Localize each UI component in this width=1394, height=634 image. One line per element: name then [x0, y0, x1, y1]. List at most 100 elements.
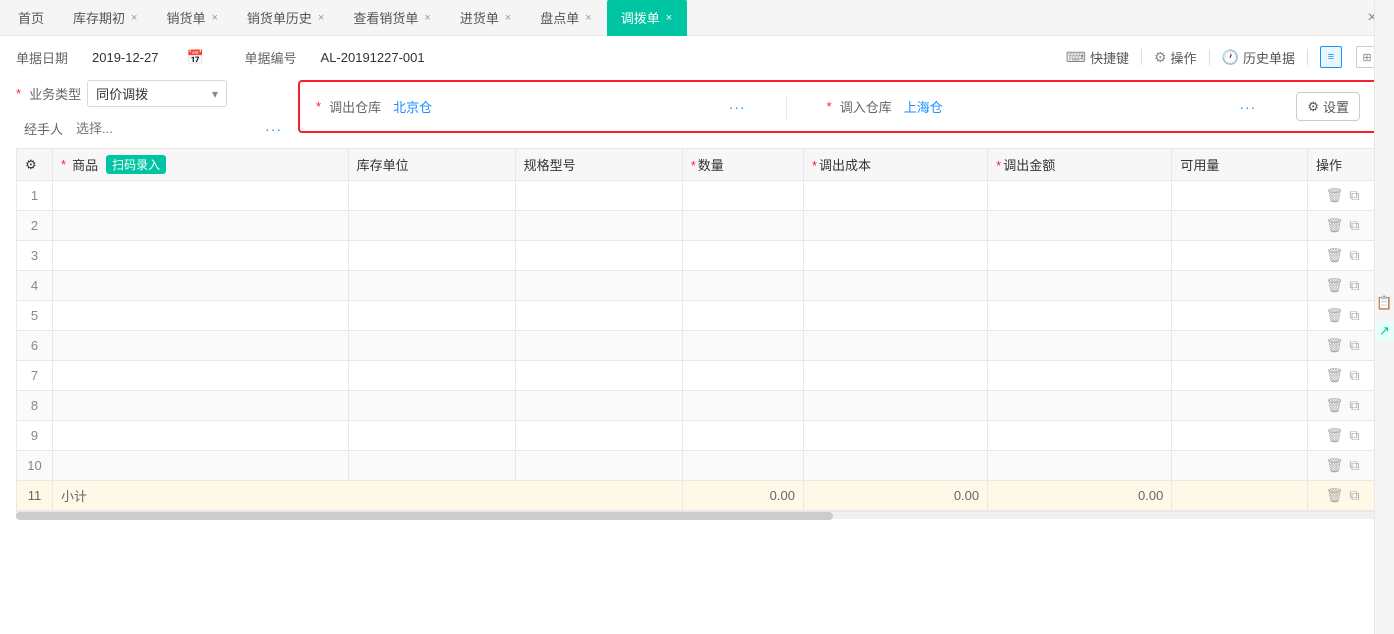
row-available[interactable]	[1172, 451, 1308, 481]
row-unit[interactable]	[348, 331, 515, 361]
delete-icon[interactable]: 🗑	[1326, 397, 1344, 414]
row-qty[interactable]	[682, 421, 803, 451]
row-available[interactable]	[1172, 331, 1308, 361]
row-available[interactable]	[1172, 421, 1308, 451]
copy-icon[interactable]: ⧉	[1349, 187, 1359, 204]
copy-icon[interactable]: ⧉	[1349, 277, 1359, 294]
scan-button[interactable]: 扫码录入	[106, 155, 166, 174]
row-qty[interactable]	[682, 271, 803, 301]
row-product[interactable]	[53, 241, 349, 271]
row-unit[interactable]	[348, 241, 515, 271]
row-spec[interactable]	[515, 361, 682, 391]
delete-icon[interactable]: 🗑	[1326, 427, 1344, 444]
row-cost[interactable]	[803, 181, 987, 211]
row-amount[interactable]	[988, 331, 1172, 361]
row-spec[interactable]	[515, 451, 682, 481]
row-product[interactable]	[53, 301, 349, 331]
row-product[interactable]	[53, 181, 349, 211]
row-amount[interactable]	[988, 301, 1172, 331]
row-spec[interactable]	[515, 271, 682, 301]
tab-sales-order-close[interactable]: ×	[211, 12, 217, 24]
row-product[interactable]	[53, 331, 349, 361]
row-amount[interactable]	[988, 181, 1172, 211]
row-unit[interactable]	[348, 211, 515, 241]
shortcut-button[interactable]: ⌨ 快捷键	[1066, 48, 1129, 67]
row-amount[interactable]	[988, 271, 1172, 301]
scroll-thumb[interactable]	[16, 512, 833, 520]
row-qty[interactable]	[682, 451, 803, 481]
copy-icon[interactable]: ⧉	[1349, 487, 1359, 504]
warehouse-out-more-icon[interactable]: ···	[729, 99, 746, 115]
row-amount[interactable]	[988, 211, 1172, 241]
tab-view-sales[interactable]: 查看销货单 ×	[339, 0, 445, 36]
copy-icon[interactable]: ⧉	[1349, 397, 1359, 414]
row-unit[interactable]	[348, 301, 515, 331]
row-available[interactable]	[1172, 181, 1308, 211]
copy-icon[interactable]: ⧉	[1349, 307, 1359, 324]
row-qty[interactable]	[682, 181, 803, 211]
row-product[interactable]	[53, 271, 349, 301]
row-cost[interactable]	[803, 301, 987, 331]
copy-icon[interactable]: ⧉	[1349, 457, 1359, 474]
delete-icon[interactable]: 🗑	[1326, 367, 1344, 384]
row-unit[interactable]	[348, 451, 515, 481]
tab-sales-history-close[interactable]: ×	[318, 12, 324, 24]
operations-button[interactable]: ⚙ 操作	[1154, 48, 1197, 67]
tab-transfer[interactable]: 调拨单 ×	[607, 0, 687, 36]
delete-icon[interactable]: 🗑	[1326, 187, 1344, 204]
delete-icon[interactable]: 🗑	[1326, 307, 1344, 324]
delete-icon[interactable]: 🗑	[1326, 487, 1344, 504]
row-amount[interactable]	[988, 451, 1172, 481]
row-cost[interactable]	[803, 451, 987, 481]
tab-sales-order[interactable]: 销货单 ×	[152, 0, 232, 36]
handler-more-icon[interactable]: ···	[265, 121, 282, 137]
row-cost[interactable]	[803, 421, 987, 451]
row-spec[interactable]	[515, 421, 682, 451]
row-available[interactable]	[1172, 361, 1308, 391]
layout-list-button[interactable]: ≡	[1320, 46, 1342, 68]
row-available[interactable]	[1172, 391, 1308, 421]
row-spec[interactable]	[515, 211, 682, 241]
row-cost[interactable]	[803, 331, 987, 361]
row-cost[interactable]	[803, 361, 987, 391]
row-amount[interactable]	[988, 361, 1172, 391]
row-qty[interactable]	[682, 211, 803, 241]
row-qty[interactable]	[682, 361, 803, 391]
side-note-icon[interactable]: 📋	[1375, 293, 1394, 313]
row-unit[interactable]	[348, 361, 515, 391]
row-product[interactable]	[53, 211, 349, 241]
row-available[interactable]	[1172, 211, 1308, 241]
tab-purchase[interactable]: 进货单 ×	[446, 0, 526, 36]
tab-purchase-close[interactable]: ×	[505, 12, 511, 24]
row-qty[interactable]	[682, 301, 803, 331]
calendar-icon[interactable]: 📅	[187, 48, 205, 66]
copy-icon[interactable]: ⧉	[1349, 217, 1359, 234]
delete-icon[interactable]: 🗑	[1326, 247, 1344, 264]
tab-inventory-check-close[interactable]: ×	[585, 12, 591, 24]
row-qty[interactable]	[682, 391, 803, 421]
delete-icon[interactable]: 🗑	[1326, 457, 1344, 474]
row-product[interactable]	[53, 451, 349, 481]
row-amount[interactable]	[988, 421, 1172, 451]
row-cost[interactable]	[803, 211, 987, 241]
row-qty[interactable]	[682, 331, 803, 361]
row-spec[interactable]	[515, 331, 682, 361]
copy-icon[interactable]: ⧉	[1349, 247, 1359, 264]
row-unit[interactable]	[348, 391, 515, 421]
row-available[interactable]	[1172, 301, 1308, 331]
row-spec[interactable]	[515, 301, 682, 331]
row-unit[interactable]	[348, 181, 515, 211]
history-button[interactable]: 🕐 历史单据	[1222, 48, 1295, 67]
row-spec[interactable]	[515, 241, 682, 271]
row-spec[interactable]	[515, 391, 682, 421]
row-available[interactable]	[1172, 271, 1308, 301]
row-qty[interactable]	[682, 241, 803, 271]
delete-icon[interactable]: 🗑	[1326, 337, 1344, 354]
copy-icon[interactable]: ⧉	[1349, 367, 1359, 384]
row-amount[interactable]	[988, 391, 1172, 421]
handler-input[interactable]	[69, 117, 259, 140]
tab-inventory-init[interactable]: 库存期初 ×	[59, 0, 152, 36]
row-product[interactable]	[53, 391, 349, 421]
delete-icon[interactable]: 🗑	[1326, 217, 1344, 234]
row-product[interactable]	[53, 421, 349, 451]
